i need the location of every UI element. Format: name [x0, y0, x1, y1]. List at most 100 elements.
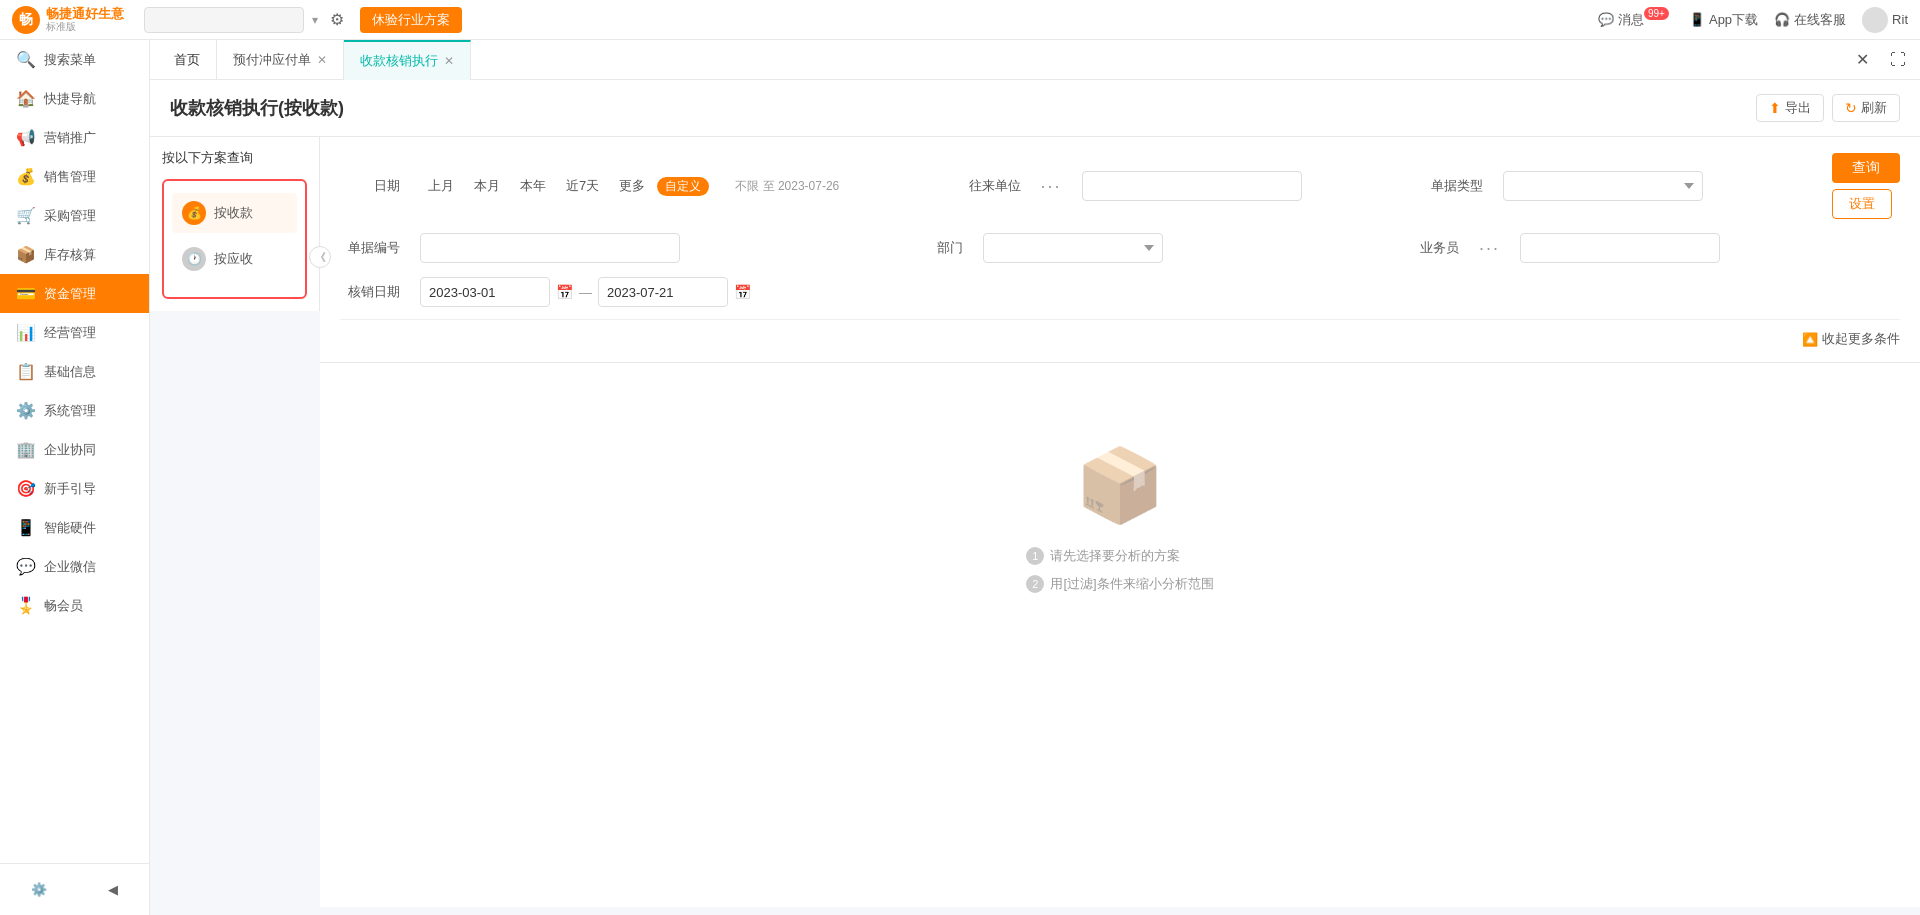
tab-prepay[interactable]: 预付冲应付单 ✕ — [217, 40, 344, 80]
date-range-text: 不限 至 2023-07-26 — [735, 178, 839, 195]
date-more-btn[interactable]: 更多 — [611, 175, 653, 197]
doc-type-label: 单据类型 — [1431, 177, 1483, 195]
sidebar-item-basic-info[interactable]: 📋 基础信息 — [0, 352, 149, 391]
sidebar-bottom: ⚙️ ◀ — [0, 863, 149, 915]
page-header-actions: ⬆ 导出 ↻ 刷新 — [1756, 94, 1900, 136]
writeoff-date-to-input[interactable]: 2023-07-21 — [598, 277, 728, 307]
left-panel: 按以下方案查询 💰 按收款 🕐 按应收 — [150, 137, 320, 311]
chart-icon: 📊 — [16, 323, 36, 342]
page-content: 收款核销执行(按收款) ⬆ 导出 ↻ 刷新 按以下方案 — [150, 80, 1920, 915]
doc-type-select[interactable] — [1503, 171, 1703, 201]
sidebar-item-search-menu[interactable]: 🔍 搜索菜单 — [0, 40, 149, 79]
finance-icon: 💳 — [16, 284, 36, 303]
app-logo: 畅 畅捷通好生意 标准版 — [12, 6, 124, 34]
export-btn[interactable]: ⬆ 导出 — [1756, 94, 1824, 122]
topbar-dropdown-icon[interactable]: ▾ — [312, 13, 318, 27]
topbar-gear-icon[interactable]: ⚙ — [330, 10, 344, 29]
sidebar-item-sales[interactable]: 💰 销售管理 — [0, 157, 149, 196]
message-btn[interactable]: 💬 消息 99+ — [1598, 11, 1673, 29]
page-body: 按以下方案查询 💰 按收款 🕐 按应收 《 — [150, 137, 1920, 907]
sidebar-settings-btn[interactable]: ⚙️ — [15, 874, 63, 905]
topbar: 畅 畅捷通好生意 标准版 ▾ ⚙ 休验行业方案 💬 消息 99+ 📱 App下载… — [0, 0, 1920, 40]
date-this-year-btn[interactable]: 本年 — [512, 175, 554, 197]
refresh-btn[interactable]: ↻ 刷新 — [1832, 94, 1900, 122]
writeoff-date-from-input[interactable]: 2023-03-01 — [420, 277, 550, 307]
refresh-icon: ↻ — [1845, 100, 1857, 116]
dept-select[interactable] — [983, 233, 1163, 263]
panel-collapse-btn[interactable]: 《 — [309, 246, 331, 268]
doc-no-label: 单据编号 — [340, 239, 400, 257]
tab-receipt-writeoff[interactable]: 收款核销执行 ✕ — [344, 40, 471, 80]
empty-text: 1 请先选择要分析的方案 2 用[过滤]条件来缩小分析范围 — [1026, 544, 1213, 600]
collapse-up-icon: 🔼 — [1802, 332, 1818, 347]
filter-row-1: 日期 上月 本月 本年 近7天 更多 自定义 不限 至 2023-07-26 — [340, 153, 1900, 219]
user-avatar-area[interactable]: Rit — [1862, 7, 1908, 33]
sidebar-item-wechat[interactable]: 💬 企业微信 — [0, 547, 149, 586]
online-service-btn[interactable]: 🎧 在线客服 — [1774, 11, 1846, 29]
calendar-from-icon[interactable]: 📅 — [556, 284, 573, 300]
sidebar-item-quick-nav[interactable]: 🏠 快捷导航 — [0, 79, 149, 118]
sidebar-item-marketing[interactable]: 📢 营销推广 — [0, 118, 149, 157]
collapse-icon: ◀ — [108, 882, 118, 897]
doc-no-input[interactable] — [420, 233, 680, 263]
tab-expand-btn[interactable]: ⛶ — [1884, 46, 1912, 74]
sidebar-item-operations[interactable]: 📊 经营管理 — [0, 313, 149, 352]
content-area: 首页 预付冲应付单 ✕ 收款核销执行 ✕ ✕ ⛶ 收款核销执行(按收款) — [150, 40, 1920, 915]
collapse-more-btn[interactable]: 🔼 收起更多条件 — [1802, 324, 1900, 354]
filter-by-receipt[interactable]: 💰 按收款 — [172, 193, 297, 233]
writeoff-date-label: 核销日期 — [340, 283, 400, 301]
filter-by-receivable[interactable]: 🕐 按应收 — [172, 239, 297, 279]
sidebar-item-purchase[interactable]: 🛒 采购管理 — [0, 196, 149, 235]
date-label: 日期 — [340, 177, 400, 195]
export-icon: ⬆ — [1769, 100, 1781, 116]
main-layout: 🔍 搜索菜单 🏠 快捷导航 📢 营销推广 💰 销售管理 🛒 采购管理 📦 库存核… — [0, 40, 1920, 915]
page-header: 收款核销执行(按收款) ⬆ 导出 ↻ 刷新 — [150, 80, 1920, 137]
sidebar-item-enterprise[interactable]: 🏢 企业协同 — [0, 430, 149, 469]
message-icon: 💬 — [1598, 12, 1614, 27]
date-shortcuts: 上月 本月 本年 近7天 更多 自定义 — [420, 175, 709, 197]
filter-row-3: 核销日期 2023-03-01 📅 — 2023-07-21 📅 — [340, 277, 1900, 319]
filter-row-2: 单据编号 部门 业务员 ··· — [340, 233, 1900, 263]
calendar-to-icon[interactable]: 📅 — [734, 284, 751, 300]
receivable-icon: 🕐 — [182, 247, 206, 271]
tab-prepay-close[interactable]: ✕ — [317, 53, 327, 67]
date-custom-badge[interactable]: 自定义 — [657, 177, 709, 196]
party-input[interactable] — [1082, 171, 1302, 201]
username: Rit — [1892, 12, 1908, 27]
salesperson-input[interactable] — [1520, 233, 1720, 263]
tab-close-all-btn[interactable]: ✕ — [1848, 46, 1876, 74]
sidebar-item-newbie[interactable]: 🎯 新手引导 — [0, 469, 149, 508]
sidebar-item-inventory[interactable]: 📦 库存核算 — [0, 235, 149, 274]
app-download-icon: 📱 — [1689, 12, 1705, 27]
money-icon: 💰 — [16, 167, 36, 186]
solution-button[interactable]: 休验行业方案 — [360, 7, 462, 33]
receipt-icon: 💰 — [182, 201, 206, 225]
sidebar-item-system[interactable]: ⚙️ 系统管理 — [0, 391, 149, 430]
app-download-btn[interactable]: 📱 App下载 — [1689, 11, 1758, 29]
filter-panel: 日期 上月 本月 本年 近7天 更多 自定义 不限 至 2023-07-26 — [320, 137, 1920, 907]
date-last-month-btn[interactable]: 上月 — [420, 175, 462, 197]
tab-home[interactable]: 首页 — [158, 40, 217, 80]
app-edition: 标准版 — [46, 21, 124, 33]
party-dots: ··· — [1041, 176, 1062, 197]
sidebar-item-member[interactable]: 🎖️ 畅会员 — [0, 586, 149, 625]
topbar-search-input[interactable] — [144, 7, 304, 33]
filter-form: 日期 上月 本月 本年 近7天 更多 自定义 不限 至 2023-07-26 — [320, 137, 1920, 363]
box-icon: 📦 — [16, 245, 36, 264]
logo-icon: 畅 — [12, 6, 40, 34]
filter-options-border: 💰 按收款 🕐 按应收 — [162, 179, 307, 299]
sidebar-item-hardware[interactable]: 📱 智能硬件 — [0, 508, 149, 547]
date-7days-btn[interactable]: 近7天 — [558, 175, 607, 197]
wechat-icon: 💬 — [16, 557, 36, 576]
sidebar-collapse-btn[interactable]: ◀ — [92, 874, 134, 905]
settings-btn[interactable]: 设置 — [1832, 189, 1892, 219]
date-this-month-btn[interactable]: 本月 — [466, 175, 508, 197]
tab-receipt-writeoff-close[interactable]: ✕ — [444, 54, 454, 68]
settings-icon: ⚙️ — [31, 882, 47, 897]
query-btn[interactable]: 查询 — [1832, 153, 1900, 183]
avatar — [1862, 7, 1888, 33]
empty-icon: 📦 — [1075, 443, 1165, 528]
salesperson-dots: ··· — [1479, 238, 1500, 259]
list-icon: 📋 — [16, 362, 36, 381]
sidebar-item-finance[interactable]: 💳 资金管理 — [0, 274, 149, 313]
